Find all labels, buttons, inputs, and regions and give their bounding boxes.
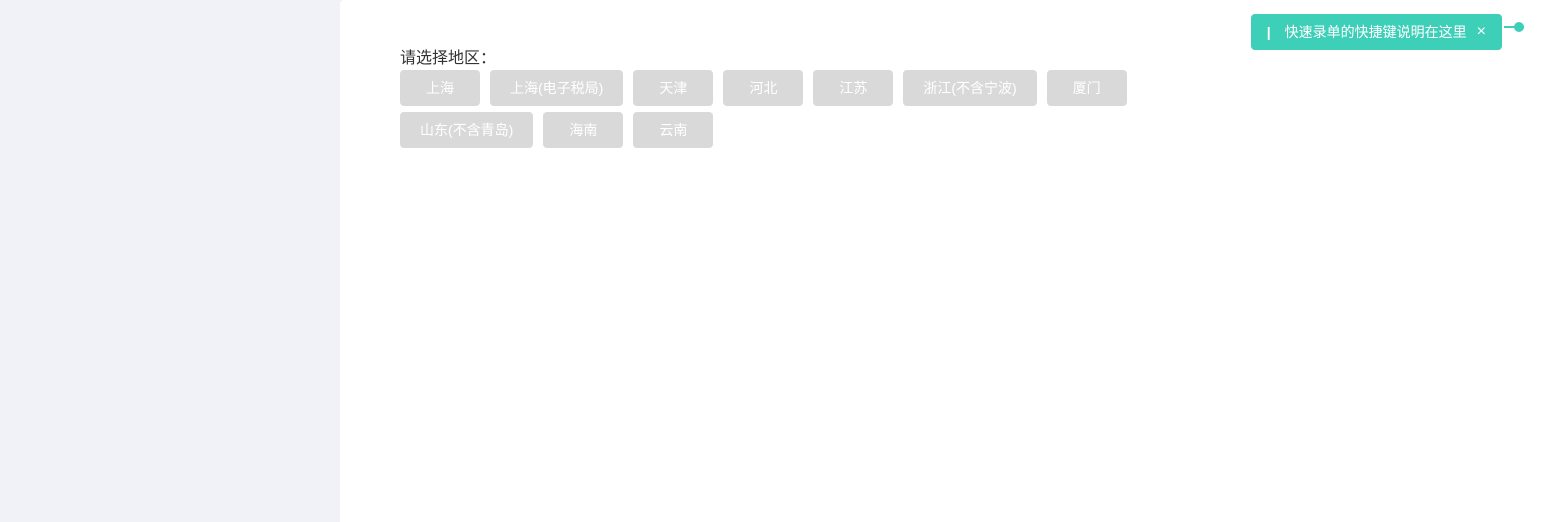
region-btn-hebei[interactable]: 河北 [723,70,803,106]
region-btn-zhejiang[interactable]: 浙江(不含宁波) [903,70,1036,106]
region-btn-shanghai-etax[interactable]: 上海(电子税局) [490,70,623,106]
region-btn-shandong[interactable]: 山东(不含青岛) [400,112,533,148]
tooltip-connector-line [1504,26,1524,28]
region-btn-hainan[interactable]: 海南 [543,112,623,148]
region-btn-yunnan[interactable]: 云南 [633,112,713,148]
region-btn-tianjin[interactable]: 天津 [633,70,713,106]
region-buttons-row1: 上海上海(电子税局) 天津河北江苏浙江(不含宁波) 厦门 [400,70,1127,106]
tooltip-banner: 快速录单的快捷键说明在这里 × [1251,14,1502,50]
main-content: 请选择地区： 上海上海(电子税局) 天津河北江苏浙江(不含宁波) 厦门 山东(不含青… [340,0,1562,522]
page-title: 请选择地区： [400,44,496,68]
region-buttons-row2: 山东(不含青岛) 海南云南 [400,112,713,148]
region-btn-jiangsu[interactable]: 江苏 [813,70,893,106]
sidebar [0,0,340,522]
tooltip-close-button[interactable]: × [1477,24,1486,40]
tooltip-text: 快速录单的快捷键说明在这里 [1285,22,1467,42]
region-btn-xiamen[interactable]: 厦门 [1047,70,1127,106]
region-btn-shanghai[interactable]: 上海 [400,70,480,106]
